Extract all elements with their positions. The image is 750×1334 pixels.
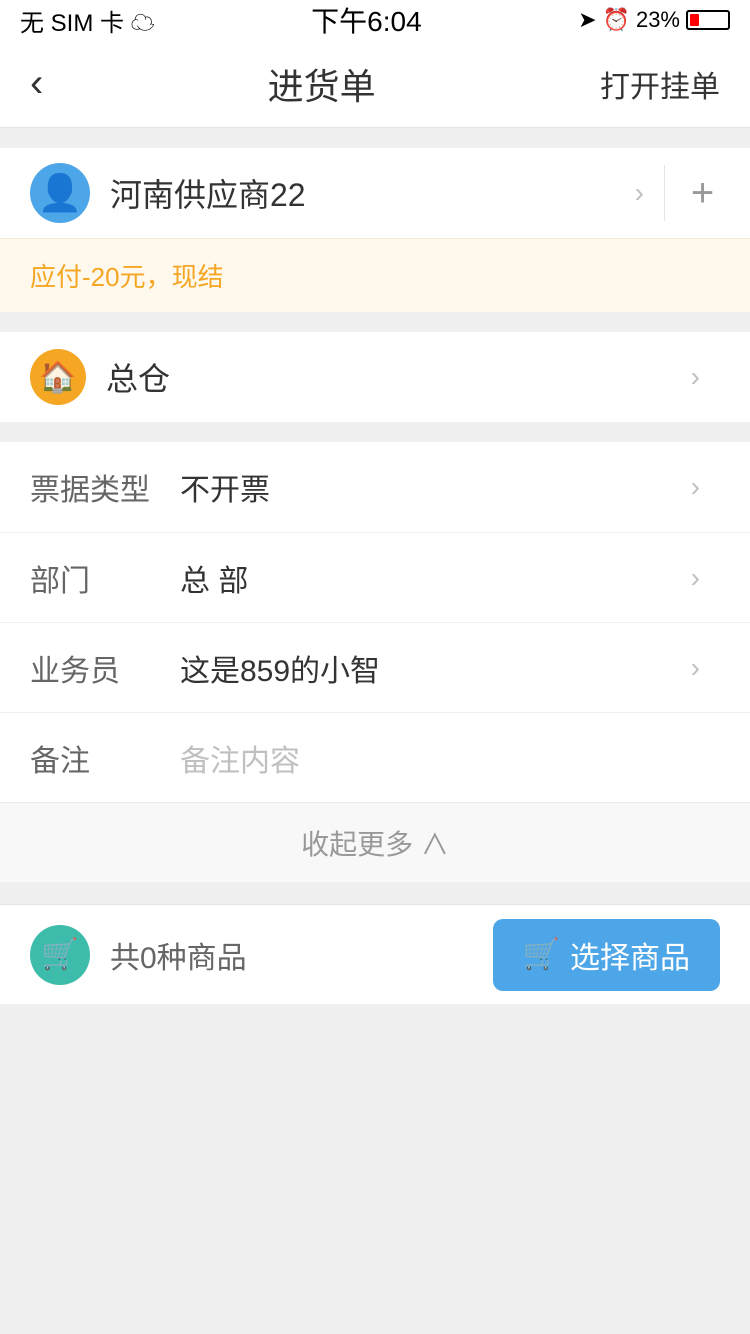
warehouse-name: 总仓 bbox=[106, 354, 691, 400]
warehouse-icon-wrap: 🏠 bbox=[30, 349, 86, 405]
battery-level: 23% bbox=[636, 7, 680, 33]
bottom-action-bar: 🛒 共0种商品 🛒 选择商品 bbox=[0, 904, 750, 1004]
top-divider bbox=[0, 128, 750, 148]
notice-text: 应付-20元，现结 bbox=[30, 262, 224, 292]
supplier-name: 河南供应商22 bbox=[110, 170, 635, 216]
invoice-label: 票据类型 bbox=[30, 465, 170, 509]
warehouse-icon: 🏠 bbox=[39, 360, 76, 395]
sales-label: 业务员 bbox=[30, 646, 170, 690]
cart-icon: 🛒 bbox=[41, 937, 78, 972]
product-count-icon-wrap: 🛒 bbox=[30, 925, 90, 985]
open-pending-button[interactable]: 打开挂单 bbox=[600, 62, 720, 106]
dept-row[interactable]: 部门 总 部 › bbox=[0, 532, 750, 622]
plus-icon: + bbox=[691, 171, 714, 216]
product-count-text: 共0种商品 bbox=[110, 933, 493, 977]
status-right: ➤ ⏰ 23% bbox=[578, 7, 730, 33]
page-background bbox=[0, 1004, 750, 1304]
sim-status: 无 SIM 卡 ☁ bbox=[20, 3, 155, 38]
notice-bar: 应付-20元，现结 bbox=[0, 238, 750, 312]
form-section: 票据类型 不开票 › 部门 总 部 › 业务员 这是859的小智 › 备注 备注… bbox=[0, 442, 750, 882]
warehouse-row[interactable]: 🏠 总仓 › bbox=[0, 332, 750, 422]
supplier-chevron-icon: › bbox=[635, 177, 644, 209]
remark-input[interactable]: 备注内容 bbox=[170, 736, 720, 780]
supplier-avatar: 👤 bbox=[30, 163, 90, 223]
avatar-icon: 👤 bbox=[38, 172, 83, 214]
page-title: 进货单 bbox=[268, 58, 376, 110]
dept-label: 部门 bbox=[30, 556, 170, 600]
sales-row[interactable]: 业务员 这是859的小智 › bbox=[0, 622, 750, 712]
select-btn-icon: 🛒 bbox=[523, 937, 560, 972]
location-icon: ➤ bbox=[578, 7, 596, 33]
dept-chevron-icon: › bbox=[691, 562, 700, 594]
status-bar: 无 SIM 卡 ☁ 下午6:04 ➤ ⏰ 23% bbox=[0, 0, 750, 40]
mid-divider2 bbox=[0, 422, 750, 442]
add-button[interactable]: + bbox=[664, 165, 720, 221]
battery-icon bbox=[686, 10, 730, 30]
supplier-section: 👤 河南供应商22 › + 应付-20元，现结 bbox=[0, 148, 750, 312]
collapse-label: 收起更多 ∧ bbox=[301, 823, 449, 863]
back-button[interactable]: ‹ bbox=[30, 61, 43, 106]
select-btn-label: 选择商品 bbox=[570, 933, 690, 977]
select-product-button[interactable]: 🛒 选择商品 bbox=[493, 919, 720, 991]
nav-bar: ‹ 进货单 打开挂单 bbox=[0, 40, 750, 128]
supplier-row[interactable]: 👤 河南供应商22 › + bbox=[0, 148, 750, 238]
dept-value: 总 部 bbox=[170, 556, 691, 600]
remark-label: 备注 bbox=[30, 736, 170, 780]
alarm-icon: ⏰ bbox=[603, 7, 630, 33]
sales-value: 这是859的小智 bbox=[170, 646, 691, 690]
invoice-chevron-icon: › bbox=[691, 471, 700, 503]
invoice-value: 不开票 bbox=[170, 465, 691, 509]
bottom-divider bbox=[0, 882, 750, 902]
mid-divider1 bbox=[0, 312, 750, 332]
status-time: 下午6:04 bbox=[311, 0, 422, 40]
collapse-button[interactable]: 收起更多 ∧ bbox=[0, 802, 750, 882]
status-left: 无 SIM 卡 ☁ bbox=[20, 3, 155, 38]
warehouse-section: 🏠 总仓 › bbox=[0, 332, 750, 422]
invoice-row[interactable]: 票据类型 不开票 › bbox=[0, 442, 750, 532]
sales-chevron-icon: › bbox=[691, 652, 700, 684]
remark-row[interactable]: 备注 备注内容 bbox=[0, 712, 750, 802]
warehouse-chevron-icon: › bbox=[691, 361, 700, 393]
